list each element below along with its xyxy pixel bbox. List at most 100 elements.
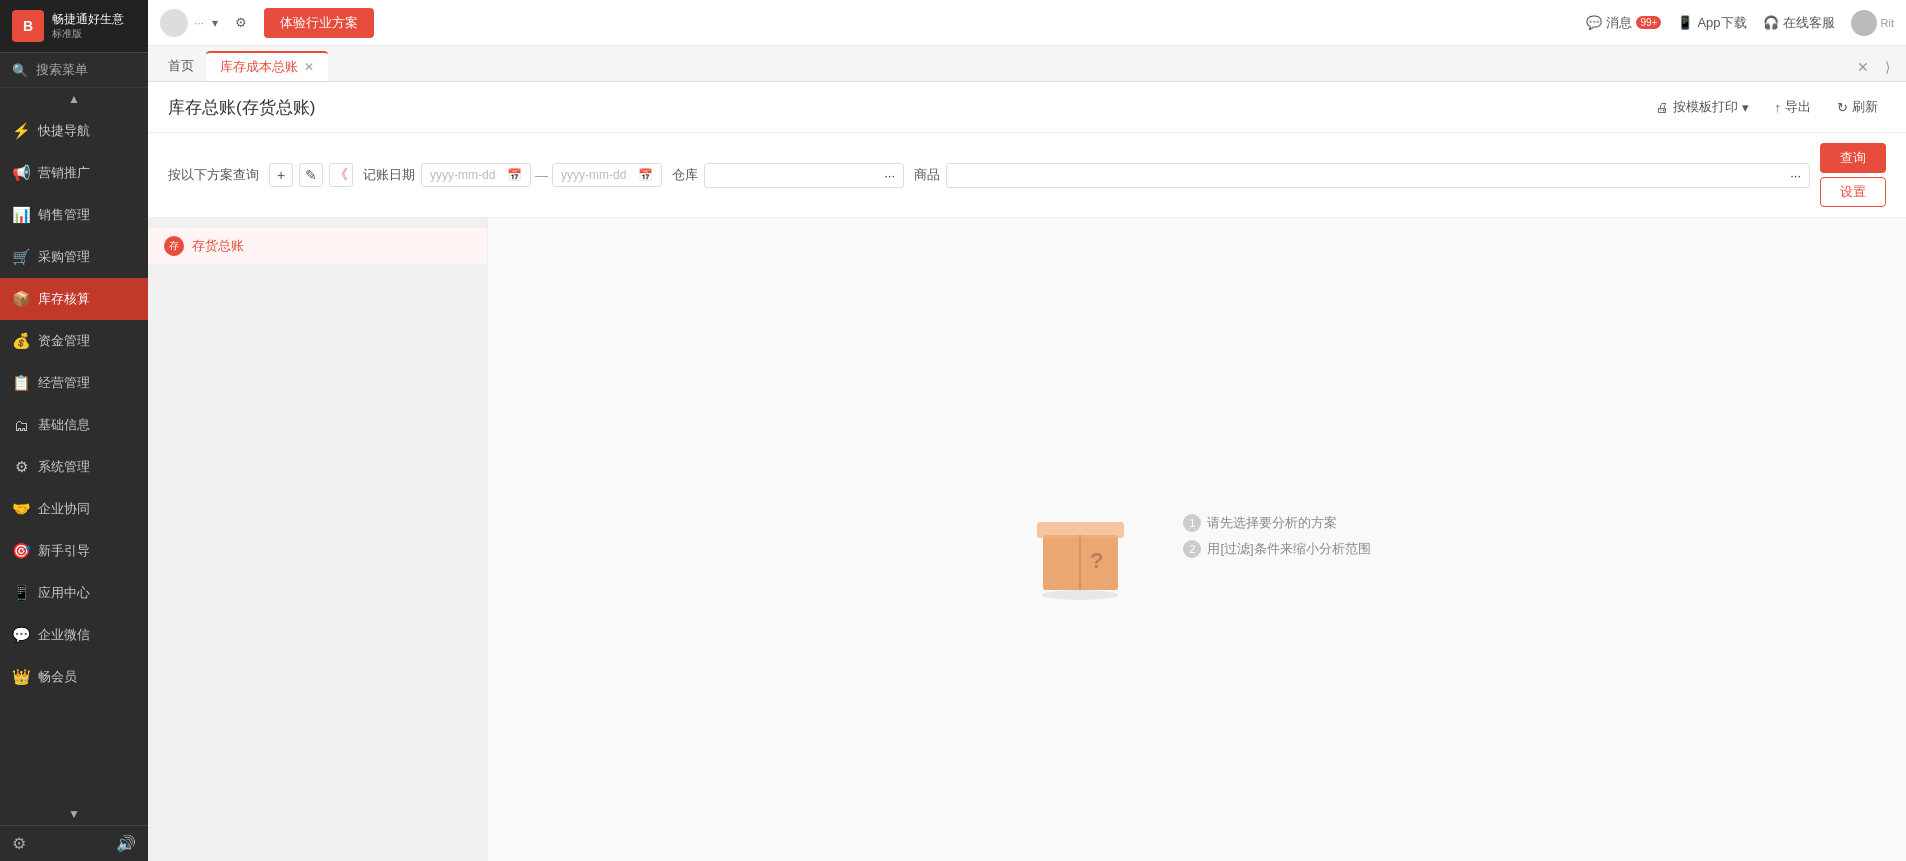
app-download-btn[interactable]: 📱 App下载 [1677,14,1746,32]
export-btn[interactable]: ↑ 导出 [1767,94,1820,120]
operations-icon: 📋 [12,374,30,392]
wechat-icon: 💬 [12,626,30,644]
warehouse-select[interactable]: ··· [704,163,904,188]
online-service-btn[interactable]: 🎧 在线客服 [1763,14,1835,32]
filter-buttons: 查询 设置 [1820,143,1886,207]
topbar-user-right[interactable]: Rit [1851,10,1894,36]
sidebar-item-quick-nav[interactable]: ⚡ 快捷导航 [0,110,148,152]
sales-icon: 📊 [12,206,30,224]
main-content: ··· ▾ ⚙ 体验行业方案 💬 消息 99+ 📱 App下载 🎧 在线客服 R [148,0,1906,861]
filter-collapse-btn[interactable]: 《 [329,163,353,187]
print-icon: 🖨 [1656,100,1669,115]
tab-expand-btn[interactable]: ⟩ [1877,57,1898,77]
topbar-left: ··· ▾ ⚙ 体验行业方案 [160,8,374,38]
settings-filter-btn[interactable]: 设置 [1820,177,1886,207]
topbar-right: 💬 消息 99+ 📱 App下载 🎧 在线客服 Rit [1586,10,1894,36]
topbar-settings-btn[interactable]: ⚙ [226,8,256,38]
messages-badge: 99+ [1636,16,1661,29]
system-icon: ⚙ [12,458,30,476]
sidebar-item-purchase[interactable]: 🛒 采购管理 [0,236,148,278]
date-start-input[interactable]: yyyy-mm-dd 📅 [421,163,531,187]
sidebar: B 畅捷通好生意 标准版 🔍 搜索菜单 ▲ ⚡ 快捷导航 📢 营销推广 📊 销售… [0,0,148,861]
sidebar-item-cooperation[interactable]: 🤝 企业协同 [0,488,148,530]
service-icon: 🎧 [1763,15,1779,30]
basic-icon: 🗂 [12,417,30,434]
main-area: 存 存货总账 [148,218,1906,861]
product-select[interactable]: ··· [946,163,1810,188]
sidebar-item-wechat[interactable]: 💬 企业微信 [0,614,148,656]
cooperation-icon: 🤝 [12,500,30,518]
filter-add-btn[interactable]: + [269,163,293,187]
sidebar-item-app-center[interactable]: 📱 应用中心 [0,572,148,614]
svg-point-5 [1042,590,1118,600]
sidebar-item-sales[interactable]: 📊 销售管理 [0,194,148,236]
audio-bottom-icon[interactable]: 🔊 [116,834,136,853]
tab-close-panel-btn[interactable]: ✕ [1849,57,1877,77]
empty-svg: ? [1023,480,1143,600]
sidebar-item-member[interactable]: 👑 畅会员 [0,656,148,698]
sidebar-search[interactable]: 🔍 搜索菜单 [0,53,148,88]
user-avatar-right [1851,10,1877,36]
user-avatar-top [160,9,188,37]
sidebar-item-finance[interactable]: 💰 资金管理 [0,320,148,362]
sidebar-item-basic[interactable]: 🗂 基础信息 [0,404,148,446]
sidebar-item-operations[interactable]: 📋 经营管理 [0,362,148,404]
scheme-item-icon: 存 [164,236,184,256]
marketing-icon: 📢 [12,164,30,182]
member-icon: 👑 [12,668,30,686]
scheme-item-inventory[interactable]: 存 存货总账 [148,228,487,264]
logo-icon: B [12,10,44,42]
topbar-user-area: ··· [160,9,204,37]
step2-num: 2 [1183,540,1201,558]
sidebar-scroll-up[interactable]: ▲ [68,90,80,108]
tabs-bar: 首页 库存成本总账 ✕ ✕ ⟩ [148,46,1906,82]
filter-edit-btn[interactable]: ✎ [299,163,323,187]
filter-actions: + ✎ 《 [269,163,353,187]
date-end-input[interactable]: yyyy-mm-dd 📅 [552,163,662,187]
page-title: 库存总账(存货总账) [168,96,315,131]
empty-illustration: ? [1023,480,1143,600]
sidebar-item-marketing[interactable]: 📢 营销推广 [0,152,148,194]
logo-text: 畅捷通好生意 标准版 [52,12,124,41]
settings-bottom-icon[interactable]: ⚙ [12,834,26,853]
query-btn[interactable]: 查询 [1820,143,1886,173]
warehouse-more-icon: ··· [884,168,895,183]
topbar: ··· ▾ ⚙ 体验行业方案 💬 消息 99+ 📱 App下载 🎧 在线客服 R [148,0,1906,46]
tab-inventory-ledger[interactable]: 库存成本总账 ✕ [206,51,328,81]
quick-nav-icon: ⚡ [12,122,30,140]
panel-header-actions: 🖨 按模板打印 ▾ ↑ 导出 ↻ 刷新 [1648,94,1887,132]
sidebar-bottom: ⚙ 🔊 [0,825,148,861]
industry-btn[interactable]: 体验行业方案 [264,8,374,38]
sidebar-scroll-down[interactable]: ▼ [68,805,80,823]
tab-home[interactable]: 首页 [156,51,206,81]
inventory-icon: 📦 [12,290,30,308]
export-icon: ↑ [1775,100,1782,115]
messages-btn[interactable]: 💬 消息 99+ [1586,14,1661,32]
product-more-icon: ··· [1790,168,1801,183]
svg-text:?: ? [1090,548,1103,573]
filter-warehouse-field: 仓库 ··· [672,163,904,188]
sidebar-item-guide[interactable]: 🎯 新手引导 [0,530,148,572]
filter-product-field: 商品 ··· [914,163,1810,188]
empty-hints: 1 请先选择要分析的方案 2 用[过滤]条件来缩小分析范围 [1183,514,1370,566]
topbar-dropdown-btn[interactable]: ▾ [212,16,218,30]
date-input-group: yyyy-mm-dd 📅 — yyyy-mm-dd 📅 [421,163,662,187]
tab-close-btn[interactable]: ✕ [304,60,314,74]
calendar-start-icon: 📅 [507,168,522,182]
finance-icon: 💰 [12,332,30,350]
filter-bar: 按以下方案查询 + ✎ 《 记账日期 yyyy-mm-dd 📅 — yyyy-m… [148,133,1906,218]
content-panel: 库存总账(存货总账) 🖨 按模板打印 ▾ ↑ 导出 ↻ 刷新 按以下方案查询 [148,82,1906,861]
refresh-btn[interactable]: ↻ 刷新 [1829,94,1886,120]
phone-icon: 📱 [1677,15,1693,30]
sidebar-item-system[interactable]: ⚙ 系统管理 [0,446,148,488]
app-center-icon: 📱 [12,584,30,602]
empty-state: ? 1 请先选择要分析的方案 2 用[过滤]条件来缩小分析范围 [488,218,1906,861]
print-btn[interactable]: 🖨 按模板打印 ▾ [1648,94,1757,120]
step1-num: 1 [1183,514,1201,532]
filter-date-field: 记账日期 yyyy-mm-dd 📅 — yyyy-mm-dd 📅 [363,163,662,187]
sidebar-nav: ⚡ 快捷导航 📢 营销推广 📊 销售管理 🛒 采购管理 📦 库存核算 💰 资金管… [0,110,148,803]
calendar-end-icon: 📅 [638,168,653,182]
sidebar-item-inventory[interactable]: 📦 库存核算 [0,278,148,320]
panel-header: 库存总账(存货总账) 🖨 按模板打印 ▾ ↑ 导出 ↻ 刷新 [148,82,1906,133]
filter-label: 按以下方案查询 [168,166,259,184]
